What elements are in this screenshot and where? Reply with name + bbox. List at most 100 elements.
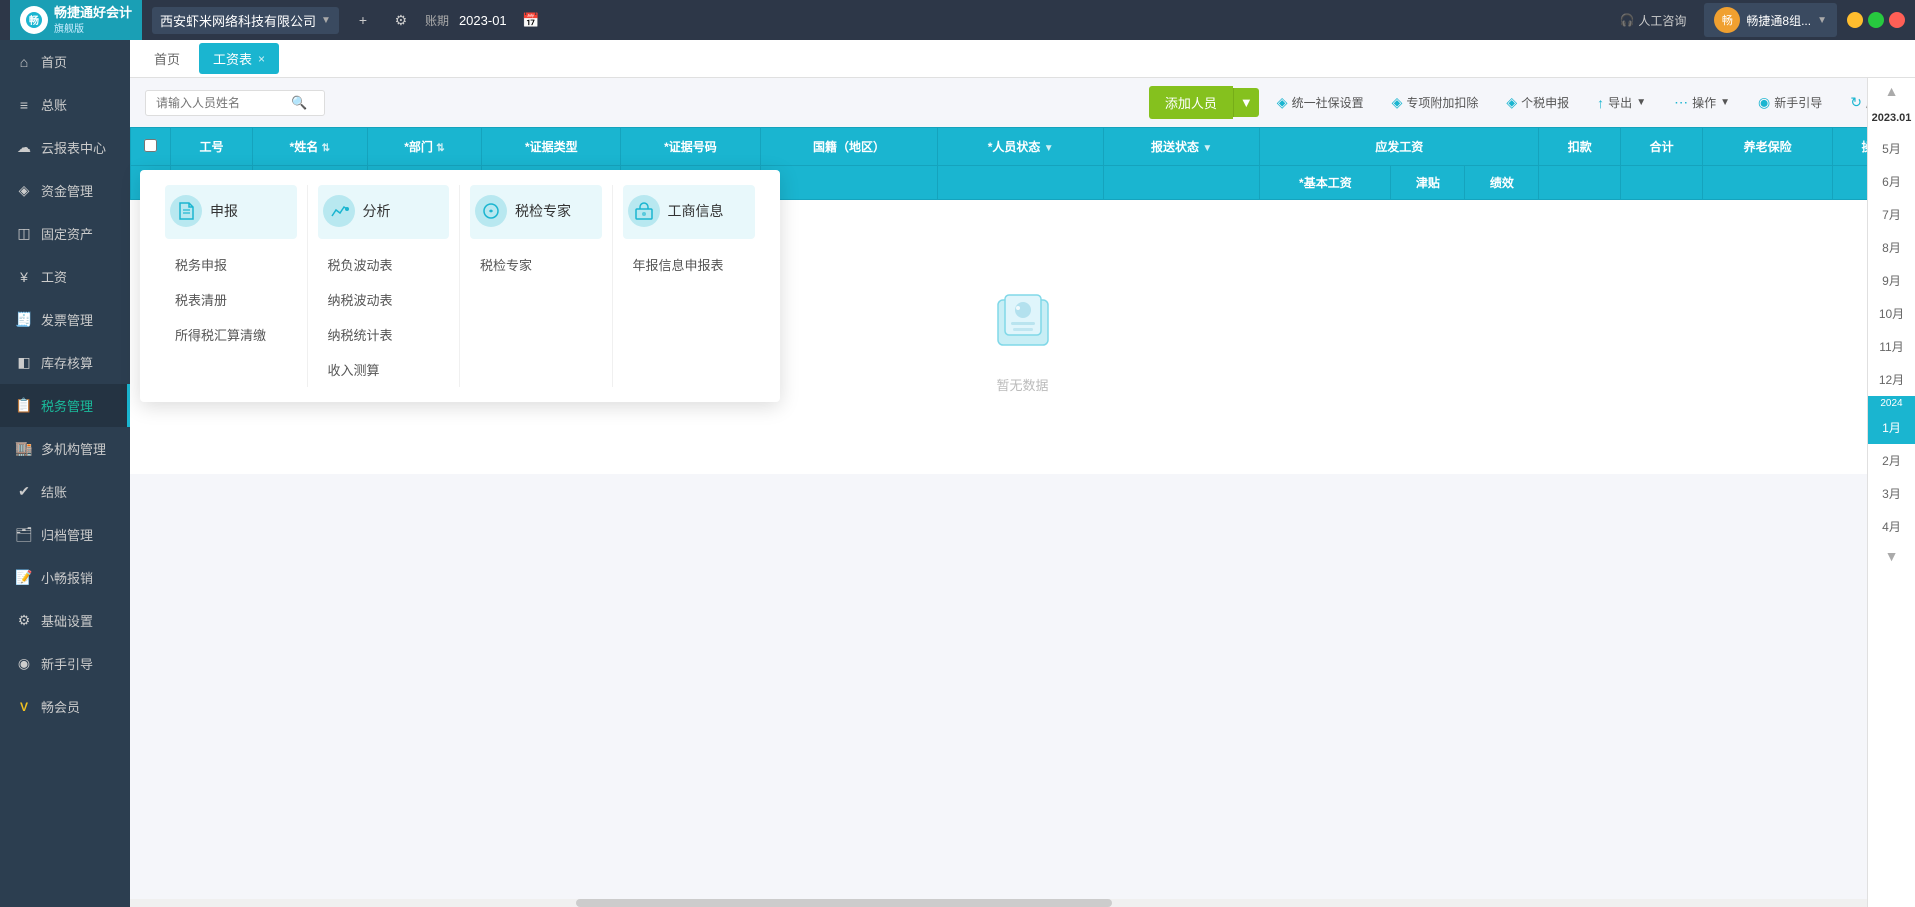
window-minimize-button[interactable]: – (1847, 12, 1863, 28)
date-nav-up[interactable]: ▲ (1868, 78, 1915, 104)
shuijian-icon (475, 195, 507, 227)
date-month-8[interactable]: 8月 (1868, 231, 1915, 264)
window-close-button[interactable]: × (1889, 12, 1905, 28)
social-security-button[interactable]: ◈ 统一社保设置 (1267, 88, 1374, 117)
select-all-checkbox[interactable] (144, 139, 157, 152)
calendar-icon[interactable]: 📅 (517, 6, 545, 34)
sidebar-item-tax[interactable]: 📋 税务管理 (0, 384, 130, 427)
sidebar-item-settings[interactable]: ⚙ 基础设置 (0, 599, 130, 642)
col-id-number: *证据号码 (621, 128, 760, 166)
company-selector[interactable]: 西安虾米网络科技有限公司 ▼ (152, 7, 339, 34)
add-person-dropdown-button[interactable]: ▼ (1233, 88, 1259, 117)
scroll-thumb[interactable] (576, 899, 1112, 907)
settings-sidebar-icon: ⚙ (15, 612, 33, 629)
sidebar-label-tax: 税务管理 (41, 396, 93, 415)
menu-item-tax-table[interactable]: 税表清册 (165, 282, 297, 317)
menu-item-tax-stat[interactable]: 纳税统计表 (318, 317, 450, 352)
date-month-9[interactable]: 9月 (1868, 264, 1915, 297)
date-month-3[interactable]: 3月 (1868, 477, 1915, 510)
sidebar-item-invoice[interactable]: 🧾 发票管理 (0, 298, 130, 341)
date-month-6[interactable]: 6月 (1868, 165, 1915, 198)
date-month-1-active[interactable]: 1月 (1868, 411, 1915, 444)
menu-item-tax-burden[interactable]: 税负波动表 (318, 247, 450, 282)
export-button[interactable]: ↑ 导出 ▼ (1587, 88, 1656, 117)
sidebar-item-expense[interactable]: 📝 小畅报销 (0, 556, 130, 599)
company-chevron-icon: ▼ (321, 15, 331, 26)
inventory-icon: ◧ (15, 354, 33, 371)
menu-item-tax-expert[interactable]: 税检专家 (470, 247, 602, 282)
sidebar-item-close-account[interactable]: ✔ 结账 (0, 470, 130, 513)
sidebar-item-ledger[interactable]: ≡ 总账 (0, 83, 130, 126)
menu-item-income-tax[interactable]: 所得税汇算清缴 (165, 317, 297, 352)
name-sort-icon[interactable]: ⇅ (322, 143, 330, 154)
tab-salary-table[interactable]: 工资表 × (199, 43, 279, 74)
scroll-bar[interactable] (130, 899, 1915, 907)
add-person-button[interactable]: 添加人员 (1149, 86, 1233, 119)
status-filter-icon[interactable]: ▼ (1044, 143, 1054, 154)
dept-sort-icon[interactable]: ⇅ (436, 143, 444, 154)
sub-col-performance: 绩效 (1465, 166, 1539, 200)
personal-tax-button[interactable]: ◈ 个税申报 (1496, 88, 1579, 117)
sidebar-item-salary[interactable]: ¥ 工资 (0, 255, 130, 298)
menu-item-annual-report[interactable]: 年报信息申报表 (623, 247, 756, 282)
cloud-icon: ☁ (15, 139, 33, 156)
top-bar: 畅 畅捷通好会计 旗舰版 西安虾米网络科技有限公司 ▼ + ⚙ 账期 2023-… (0, 0, 1915, 40)
sidebar-item-fund[interactable]: ◈ 资金管理 (0, 169, 130, 212)
sidebar-item-inventory[interactable]: ◧ 库存核算 (0, 341, 130, 384)
sidebar-item-member[interactable]: V 畅会员 (0, 685, 130, 728)
report-filter-icon[interactable]: ▼ (1202, 143, 1212, 154)
special-deduction-button[interactable]: ◈ 专项附加扣除 (1382, 88, 1489, 117)
search-input[interactable] (156, 96, 286, 110)
help-button[interactable]: 🎧 人工咨询 (1611, 8, 1694, 33)
date-month-11[interactable]: 11月 (1868, 330, 1915, 363)
col-status[interactable]: *人员状态 ▼ (938, 128, 1104, 166)
col-number: 工号 (171, 128, 253, 166)
col-report-status[interactable]: 报送状态 ▼ (1103, 128, 1259, 166)
date-nav-down[interactable]: ▼ (1868, 543, 1915, 569)
date-month-12[interactable]: 12月 (1868, 363, 1915, 396)
operation-button[interactable]: ⋯ 操作 ▼ (1664, 88, 1740, 117)
ledger-icon: ≡ (15, 97, 33, 113)
headset-icon: 🎧 (1619, 13, 1634, 27)
tab-bar: 首页 工资表 × (130, 40, 1915, 78)
search-icon: 🔍 (291, 95, 307, 111)
operation-chevron-icon: ▼ (1720, 97, 1730, 108)
sidebar-item-multi-org[interactable]: 🏬 多机构管理 (0, 427, 130, 470)
date-month-10[interactable]: 10月 (1868, 297, 1915, 330)
sidebar-label-invoice: 发票管理 (41, 310, 93, 329)
sidebar-item-home[interactable]: ⌂ 首页 (0, 40, 130, 83)
gongshang-icon (628, 195, 660, 227)
search-box[interactable]: 🔍 (145, 90, 325, 116)
col-name[interactable]: *姓名 ⇅ (252, 128, 367, 166)
tab-home[interactable]: 首页 (140, 43, 194, 74)
shenban-header: 申报 (165, 185, 297, 239)
sidebar-item-archive[interactable]: 🗂 归档管理 (0, 513, 130, 556)
add-company-button[interactable]: + (349, 6, 377, 34)
sidebar-item-assets[interactable]: ◫ 固定资产 (0, 212, 130, 255)
social-security-icon: ◈ (1277, 94, 1288, 111)
sidebar-item-guide[interactable]: ◉ 新手引导 (0, 642, 130, 685)
col-department[interactable]: *部门 ⇅ (367, 128, 482, 166)
window-maximize-button[interactable]: □ (1868, 12, 1884, 28)
date-month-5[interactable]: 5月 (1868, 132, 1915, 165)
avatar: 畅 (1714, 7, 1740, 33)
export-chevron-icon: ▼ (1636, 97, 1646, 108)
tab-close-icon[interactable]: × (258, 52, 265, 66)
date-month-4[interactable]: 4月 (1868, 510, 1915, 543)
fenxi-icon (323, 195, 355, 227)
menu-item-income-estimate[interactable]: 收入测算 (318, 352, 450, 387)
export-icon: ↑ (1597, 95, 1604, 111)
sidebar-item-cloud-report[interactable]: ☁ 云报表中心 (0, 126, 130, 169)
user-area[interactable]: 畅 畅捷通8组... ▼ (1704, 3, 1837, 37)
settings-icon[interactable]: ⚙ (387, 6, 415, 34)
shenban-title: 申报 (210, 201, 238, 221)
date-month-2[interactable]: 2月 (1868, 444, 1915, 477)
date-month-7[interactable]: 7月 (1868, 198, 1915, 231)
menu-item-tax-fluctuation[interactable]: 纳税波动表 (318, 282, 450, 317)
year-2024-label: 2024 (1868, 396, 1915, 411)
menu-item-tax-declare[interactable]: 税务申报 (165, 247, 297, 282)
member-icon: V (15, 700, 33, 714)
select-all-header[interactable] (131, 128, 171, 166)
guide-button[interactable]: ◉ 新手引导 (1748, 88, 1832, 117)
personal-tax-icon: ◈ (1506, 94, 1517, 111)
